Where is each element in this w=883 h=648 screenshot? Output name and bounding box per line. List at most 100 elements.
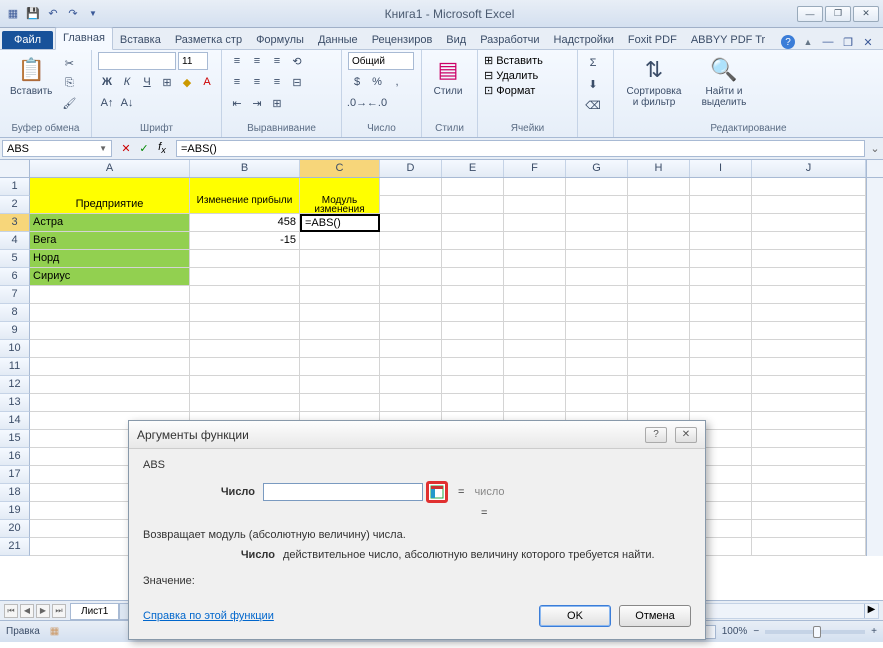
tab-layout[interactable]: Разметка стр xyxy=(168,31,249,49)
tab-formulas[interactable]: Формулы xyxy=(249,31,311,49)
zoom-slider[interactable] xyxy=(765,630,865,634)
autosum-button[interactable]: Σ xyxy=(584,54,602,72)
font-color-button[interactable]: A xyxy=(198,73,216,91)
col-head-D[interactable]: D xyxy=(380,160,442,177)
col-head-J[interactable]: J xyxy=(752,160,866,177)
dec-decimal-button[interactable]: ←.0 xyxy=(368,94,386,112)
row-head-8[interactable]: 8 xyxy=(0,304,30,322)
row-head-6[interactable]: 6 xyxy=(0,268,30,286)
sheet-nav-last[interactable]: ⏭ xyxy=(52,604,66,618)
merge-button[interactable]: ⊞ xyxy=(268,94,286,112)
zoom-in-button[interactable]: + xyxy=(871,626,877,637)
select-all-corner[interactable] xyxy=(0,160,30,177)
cell-B1[interactable] xyxy=(190,178,300,196)
tab-view[interactable]: Вид xyxy=(439,31,473,49)
zoom-level[interactable]: 100% xyxy=(722,626,748,637)
copy-icon[interactable]: ⎘ xyxy=(60,74,78,92)
col-head-I[interactable]: I xyxy=(690,160,752,177)
align-bot-button[interactable]: ≡ xyxy=(268,52,286,70)
tab-review[interactable]: Рецензиров xyxy=(365,31,440,49)
shrink-font-button[interactable]: A↓ xyxy=(118,94,136,112)
dialog-close-button[interactable]: ✕ xyxy=(675,427,697,443)
align-right-button[interactable]: ≡ xyxy=(268,73,286,91)
close-button[interactable]: ✕ xyxy=(853,6,879,22)
col-head-B[interactable]: B xyxy=(190,160,300,177)
ok-button[interactable]: OK xyxy=(539,605,611,627)
row-head-13[interactable]: 13 xyxy=(0,394,30,412)
restore-button[interactable]: ❐ xyxy=(825,6,851,22)
cell-C3[interactable]: =ABS() xyxy=(300,214,380,232)
row-head-10[interactable]: 10 xyxy=(0,340,30,358)
row-head-2[interactable]: 2 xyxy=(0,196,30,214)
row-head-18[interactable]: 18 xyxy=(0,484,30,502)
currency-button[interactable]: $ xyxy=(348,73,366,91)
tab-data[interactable]: Данные xyxy=(311,31,365,49)
col-head-H[interactable]: H xyxy=(628,160,690,177)
tab-foxit[interactable]: Foxit PDF xyxy=(621,31,684,49)
indent-dec-button[interactable]: ⇤ xyxy=(228,94,246,112)
percent-button[interactable]: % xyxy=(368,73,386,91)
row-head-11[interactable]: 11 xyxy=(0,358,30,376)
row-head-4[interactable]: 4 xyxy=(0,232,30,250)
cells-delete-button[interactable]: ⊟Удалить xyxy=(484,69,538,82)
row-head-21[interactable]: 21 xyxy=(0,538,30,556)
align-left-button[interactable]: ≡ xyxy=(228,73,246,91)
cell-C2[interactable]: Модуль изменения xyxy=(300,196,380,214)
help-link[interactable]: Справка по этой функции xyxy=(143,610,274,622)
range-selector-button[interactable] xyxy=(426,481,448,503)
cell-A2[interactable]: Предприятие xyxy=(30,196,190,214)
row-head-7[interactable]: 7 xyxy=(0,286,30,304)
fontsize-combo[interactable]: 11 xyxy=(178,52,208,70)
row-head-1[interactable]: 1 xyxy=(0,178,30,196)
col-head-F[interactable]: F xyxy=(504,160,566,177)
redo-icon[interactable]: ↷ xyxy=(64,5,82,23)
expand-formula-icon[interactable]: ⌄ xyxy=(867,138,883,159)
cells-format-button[interactable]: ⊡Формат xyxy=(484,84,535,97)
clear-button[interactable]: ⌫ xyxy=(584,96,602,114)
macro-record-icon[interactable]: ▦ xyxy=(50,626,59,637)
sort-filter-button[interactable]: ⇅Сортировка и фильтр xyxy=(620,52,688,110)
bold-button[interactable]: Ж xyxy=(98,73,116,91)
align-mid-button[interactable]: ≡ xyxy=(248,52,266,70)
align-top-button[interactable]: ≡ xyxy=(228,52,246,70)
doc-close-icon[interactable]: ✕ xyxy=(861,35,875,49)
col-head-C[interactable]: C xyxy=(300,160,380,177)
cancel-button[interactable]: Отмена xyxy=(619,605,691,627)
row-head-9[interactable]: 9 xyxy=(0,322,30,340)
italic-button[interactable]: К xyxy=(118,73,136,91)
inc-decimal-button[interactable]: .0→ xyxy=(348,94,366,112)
row-head-20[interactable]: 20 xyxy=(0,520,30,538)
cell-A5[interactable]: Норд xyxy=(30,250,190,268)
row-head-15[interactable]: 15 xyxy=(0,430,30,448)
align-center-button[interactable]: ≡ xyxy=(248,73,266,91)
sheet-nav-first[interactable]: ⏮ xyxy=(4,604,18,618)
qat-dropdown-icon[interactable]: ▼ xyxy=(84,5,102,23)
cancel-formula-icon[interactable]: ✕ xyxy=(118,141,134,157)
fill-color-button[interactable]: ◆ xyxy=(178,73,196,91)
col-head-G[interactable]: G xyxy=(566,160,628,177)
sheet-nav-next[interactable]: ▶ xyxy=(36,604,50,618)
comma-button[interactable]: , xyxy=(388,73,406,91)
dialog-title-bar[interactable]: Аргументы функции ? ✕ xyxy=(129,421,705,449)
fx-icon[interactable]: fx xyxy=(154,141,170,157)
minimize-button[interactable]: — xyxy=(797,6,823,22)
tab-home[interactable]: Главная xyxy=(55,27,113,50)
font-combo[interactable] xyxy=(98,52,176,70)
zoom-out-button[interactable]: − xyxy=(753,626,759,637)
cell-B3[interactable]: 458 xyxy=(190,214,300,232)
row-head-14[interactable]: 14 xyxy=(0,412,30,430)
cell-B2[interactable]: Изменение прибыли xyxy=(190,196,300,214)
cell-A4[interactable]: Вега xyxy=(30,232,190,250)
cut-icon[interactable]: ✂ xyxy=(60,54,78,72)
doc-minimize-icon[interactable]: — xyxy=(821,35,835,49)
sheet-tab-1[interactable]: Лист1 xyxy=(70,603,119,620)
name-box[interactable]: ABS▼ xyxy=(2,140,112,157)
tab-developer[interactable]: Разработчи xyxy=(473,31,546,49)
cell-A3[interactable]: Астра xyxy=(30,214,190,232)
dialog-help-button[interactable]: ? xyxy=(645,427,667,443)
col-head-A[interactable]: A xyxy=(30,160,190,177)
row-head-12[interactable]: 12 xyxy=(0,376,30,394)
row-head-16[interactable]: 16 xyxy=(0,448,30,466)
styles-button[interactable]: ▤Стили xyxy=(428,52,468,99)
ribbon-minimize-icon[interactable]: ▲ xyxy=(801,35,815,49)
